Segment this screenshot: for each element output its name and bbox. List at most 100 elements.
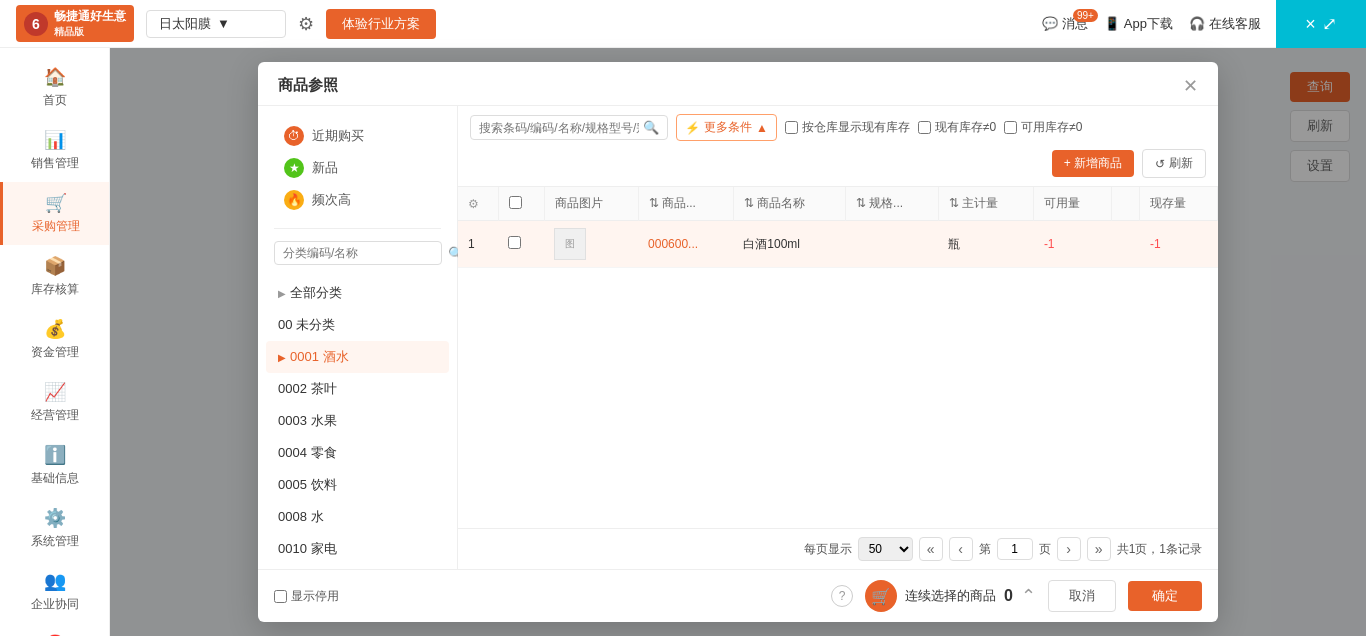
app-download-btn[interactable]: 📱 App下载 bbox=[1104, 15, 1173, 33]
product-search-box[interactable]: 🔍 bbox=[470, 115, 668, 140]
product-search-input[interactable] bbox=[479, 121, 639, 135]
cart-area: 🛒 连续选择的商品 0 ⌃ bbox=[865, 580, 1036, 612]
experience-btn[interactable]: 体验行业方案 bbox=[326, 9, 436, 39]
help-icon[interactable]: ? bbox=[831, 585, 853, 607]
th-spec-sort-icon: ⇅ bbox=[856, 196, 866, 210]
modal-body: ⏱ 近期购买 ★ 新品 🔥 频次高 bbox=[258, 106, 1218, 569]
app-edition: 精品版 bbox=[54, 25, 126, 38]
cat-item-0008[interactable]: 0008 水 bbox=[266, 501, 449, 533]
sidebar-item-inventory[interactable]: 📦 库存核算 bbox=[0, 245, 109, 308]
per-page-select[interactable]: 50 10 20 100 bbox=[858, 537, 913, 561]
settings-gear-icon[interactable]: ⚙ bbox=[298, 13, 314, 35]
sidebar-label-operations: 经营管理 bbox=[31, 407, 79, 424]
show-disabled-checkbox[interactable]: 显示停用 bbox=[274, 588, 339, 605]
online-service-label: 在线客服 bbox=[1209, 15, 1261, 33]
message-badge[interactable]: 💬 消息 99+ bbox=[1042, 15, 1088, 33]
cat-item-0004[interactable]: 0004 零食 bbox=[266, 437, 449, 469]
quick-item-new[interactable]: ★ 新品 bbox=[274, 152, 441, 184]
filter-btn[interactable]: ⚡ 更多条件 ▲ bbox=[676, 114, 777, 141]
refresh-icon: ↺ bbox=[1155, 157, 1165, 171]
th-checkbox[interactable] bbox=[498, 187, 544, 221]
close-teal-icon[interactable]: × bbox=[1305, 14, 1316, 35]
checkbox-warehouse[interactable]: 按仓库显示现有库存 bbox=[785, 119, 910, 136]
sidebar-item-enterprise[interactable]: 👥 企业协同 bbox=[0, 560, 109, 623]
checkbox-available-label: 可用库存≠0 bbox=[1021, 119, 1082, 136]
row-checkbox[interactable] bbox=[508, 236, 521, 249]
quick-label-freq: 频次高 bbox=[312, 191, 351, 209]
last-page-btn[interactable]: » bbox=[1087, 537, 1111, 561]
cancel-btn[interactable]: 取消 bbox=[1048, 580, 1116, 612]
td-row-checkbox[interactable] bbox=[498, 221, 544, 268]
show-disabled-label: 显示停用 bbox=[291, 588, 339, 605]
product-image-placeholder: 图 bbox=[565, 237, 575, 251]
cat-label-all: 全部分类 bbox=[290, 284, 342, 302]
quick-item-freq[interactable]: 🔥 频次高 bbox=[274, 184, 441, 216]
category-search-input[interactable] bbox=[274, 241, 442, 265]
cat-item-all[interactable]: ▶ 全部分类 bbox=[266, 277, 449, 309]
sidebar-item-sales[interactable]: 📊 销售管理 bbox=[0, 119, 109, 182]
th-spec[interactable]: ⇅ 规格... bbox=[845, 187, 938, 221]
sidebar-label-enterprise: 企业协同 bbox=[31, 596, 79, 613]
collapse-icon[interactable]: ⌃ bbox=[1021, 585, 1036, 607]
add-product-btn[interactable]: + 新增商品 bbox=[1052, 150, 1134, 177]
category-search-area: 🔍 bbox=[258, 237, 457, 269]
sidebar-item-finance[interactable]: 💰 资金管理 bbox=[0, 308, 109, 371]
prev-page-btn[interactable]: ‹ bbox=[949, 537, 973, 561]
checkbox-available-input[interactable] bbox=[1004, 121, 1017, 134]
th-stock[interactable]: 现存量 bbox=[1140, 187, 1218, 221]
sidebar-item-operations[interactable]: 📈 经营管理 bbox=[0, 371, 109, 434]
checkbox-warehouse-input[interactable] bbox=[785, 121, 798, 134]
expand-teal-icon[interactable]: ⤢ bbox=[1322, 13, 1337, 35]
category-tree: ▶ 全部分类 00 未分类 ▶ 0001 酒水 0002 茶 bbox=[258, 277, 457, 559]
finance-icon: 💰 bbox=[44, 318, 66, 340]
sidebar-item-system[interactable]: ⚙️ 系统管理 bbox=[0, 497, 109, 560]
cat-item-0001[interactable]: ▶ 0001 酒水 bbox=[266, 341, 449, 373]
sidebar-item-purchase[interactable]: 🛒 采购管理 bbox=[0, 182, 109, 245]
select-all-checkbox[interactable] bbox=[509, 196, 522, 209]
show-disabled-input[interactable] bbox=[274, 590, 287, 603]
th-settings[interactable]: ⚙ bbox=[458, 187, 498, 221]
app-name: 畅捷通好生意 bbox=[54, 9, 126, 25]
modal-right-panel: 🔍 ⚡ 更多条件 ▲ 按仓库显示现有库存 bbox=[458, 106, 1218, 569]
logo-area: 6 畅捷通好生意 精品版 bbox=[16, 5, 134, 42]
sidebar-item-basic-info[interactable]: ℹ️ 基础信息 bbox=[0, 434, 109, 497]
sidebar-item-home[interactable]: 🏠 首页 bbox=[0, 56, 109, 119]
cat-label-0001: 0001 酒水 bbox=[290, 348, 349, 366]
td-stock: -1 bbox=[1140, 221, 1218, 268]
th-name[interactable]: ⇅ 商品名称 bbox=[733, 187, 845, 221]
th-code-sort-icon: ⇅ bbox=[649, 196, 659, 210]
checkbox-stock-nonzero[interactable]: 现有库存≠0 bbox=[918, 119, 996, 136]
page-prefix-label: 第 bbox=[979, 541, 991, 558]
sidebar-label-home: 首页 bbox=[43, 92, 67, 109]
refresh-product-btn[interactable]: ↺ 刷新 bbox=[1142, 149, 1206, 178]
cat-item-0010[interactable]: 0010 家电 bbox=[266, 533, 449, 559]
th-available[interactable]: 可用量 bbox=[1034, 187, 1112, 221]
th-code[interactable]: ⇅ 商品... bbox=[638, 187, 733, 221]
nav-dropdown[interactable]: 日太阳膜 ▼ bbox=[146, 10, 286, 38]
online-service-btn[interactable]: 🎧 在线客服 bbox=[1189, 15, 1261, 33]
cat-item-0002[interactable]: 0002 茶叶 bbox=[266, 373, 449, 405]
quick-label-new: 新品 bbox=[312, 159, 338, 177]
quick-item-recent[interactable]: ⏱ 近期购买 bbox=[274, 120, 441, 152]
next-page-btn[interactable]: › bbox=[1057, 537, 1081, 561]
cat-item-0003[interactable]: 0003 水果 bbox=[266, 405, 449, 437]
first-page-btn[interactable]: « bbox=[919, 537, 943, 561]
cat-item-0005[interactable]: 0005 饮料 bbox=[266, 469, 449, 501]
checkbox-stock-input[interactable] bbox=[918, 121, 931, 134]
product-search-icon[interactable]: 🔍 bbox=[643, 120, 659, 135]
checkbox-available-nonzero[interactable]: 可用库存≠0 bbox=[1004, 119, 1082, 136]
table-row[interactable]: 1 图 000600... 白酒100ml bbox=[458, 221, 1218, 268]
home-icon: 🏠 bbox=[44, 66, 66, 88]
modal-close-icon[interactable]: ✕ bbox=[1183, 77, 1198, 95]
th-unit[interactable]: ⇅ 主计量 bbox=[938, 187, 1034, 221]
confirm-btn[interactable]: 确定 bbox=[1128, 581, 1202, 611]
sidebar-item-guide[interactable]: 🎯 新手引导 bbox=[0, 623, 109, 636]
mobile-icon: 📱 bbox=[1104, 16, 1120, 31]
cart-icon[interactable]: 🛒 bbox=[865, 580, 897, 612]
modal-footer: 显示停用 ? 🛒 连续选择的商品 0 ⌃ 取消 确定 bbox=[258, 569, 1218, 622]
page-number-input[interactable] bbox=[997, 538, 1033, 560]
sidebar-label-finance: 资金管理 bbox=[31, 344, 79, 361]
cat-item-00[interactable]: 00 未分类 bbox=[266, 309, 449, 341]
th-extra bbox=[1111, 187, 1140, 221]
sidebar-label-basic-info: 基础信息 bbox=[31, 470, 79, 487]
